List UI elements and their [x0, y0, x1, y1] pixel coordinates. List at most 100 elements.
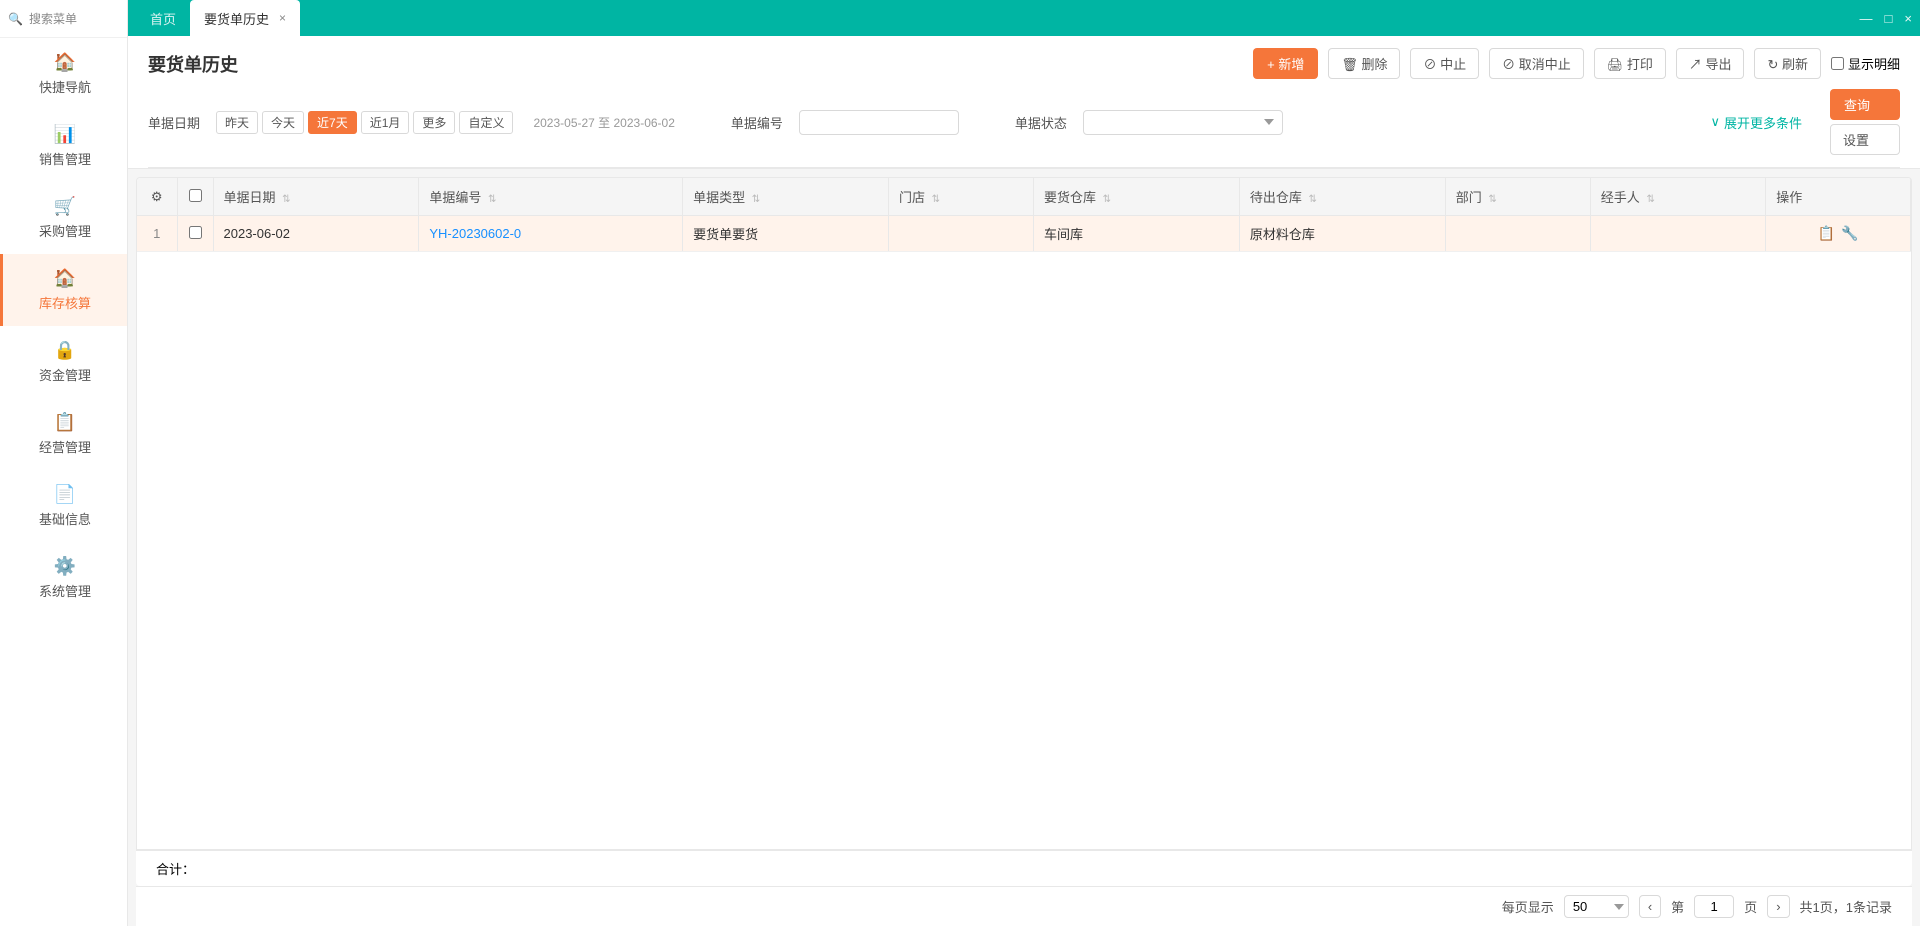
add-button[interactable]: + 新增 [1253, 48, 1318, 79]
date-btn-today[interactable]: 今天 [262, 111, 304, 134]
date-btn-more[interactable]: 更多 [413, 111, 455, 134]
inventory-icon: 🏠 [54, 268, 76, 289]
query-button[interactable]: 查询 [1830, 89, 1900, 120]
sort-arrows-icon: ⇅ [282, 194, 290, 205]
delete-button[interactable]: 🗑 删除 [1328, 48, 1400, 79]
search-icon: 🔍 [8, 12, 23, 26]
sort-arrows-icon6: ⇅ [1309, 194, 1317, 205]
th-check[interactable] [177, 178, 213, 216]
export-button[interactable]: ↗ 导出 [1676, 48, 1745, 79]
sidebar-item-quick-nav[interactable]: 🏠 快捷导航 [0, 38, 127, 110]
doc-number-link[interactable]: YH-20230602-0 [429, 226, 521, 241]
display-detail-label[interactable]: 显示明细 [1831, 54, 1900, 73]
sort-arrows-icon2: ⇅ [488, 194, 496, 205]
page-title-row: 要货单历史 + 新增 🗑 删除 ⊘ 中止 ⊘ 取消中止 🖨 打印 ↗ 导出 ↻ … [148, 48, 1900, 79]
th-handler[interactable]: 经手人 ⇅ [1590, 178, 1765, 216]
sort-arrows-icon3: ⇅ [752, 194, 760, 205]
tab-active-label: 要货单历史 [204, 9, 269, 28]
th-store[interactable]: 门店 ⇅ [888, 178, 1033, 216]
action-icons-group: 📋 🔧 [1776, 225, 1900, 242]
sidebar-item-sales[interactable]: 📊 销售管理 [0, 110, 127, 182]
doc-number-label: 单据编号 [731, 113, 783, 132]
sidebar-item-purchase[interactable]: 🛒 采购管理 [0, 182, 127, 254]
summary-label: 合计： [156, 859, 195, 878]
sidebar-search[interactable]: 🔍 搜索菜单 [0, 0, 127, 38]
window-close-btn[interactable]: × [1904, 11, 1912, 26]
tab-home[interactable]: 首页 [136, 0, 190, 36]
sidebar-item-label: 资金管理 [39, 365, 91, 384]
expand-chevron-icon: ∨ [1710, 114, 1720, 130]
tab-active[interactable]: 要货单历史 × [190, 0, 300, 36]
th-action: 操作 [1766, 178, 1911, 216]
th-doc-type[interactable]: 单据类型 ⇅ [683, 178, 889, 216]
prev-page-btn[interactable]: ‹ [1639, 895, 1661, 918]
sidebar-item-label: 销售管理 [39, 149, 91, 168]
doc-status-select[interactable] [1083, 110, 1283, 135]
next-page-btn[interactable]: › [1767, 895, 1789, 918]
th-store-label: 门店 [899, 190, 925, 205]
th-doc-date[interactable]: 单据日期 ⇅ [213, 178, 419, 216]
print-button[interactable]: 🖨 打印 [1594, 48, 1666, 79]
sort-arrows-icon8: ⇅ [1646, 194, 1654, 205]
th-pending-warehouse-label: 待出仓库 [1250, 190, 1302, 205]
th-doc-number-label: 单据编号 [429, 190, 481, 205]
table-row: 1 2023-06-02 YH-20230602-0 要货单要货 车间库 原材料… [137, 216, 1911, 252]
doc-number-input[interactable] [799, 110, 959, 135]
date-btn-custom[interactable]: 自定义 [459, 111, 513, 134]
sidebar-item-inventory[interactable]: 🏠 库存核算 [0, 254, 127, 326]
sidebar-search-label: 搜索菜单 [29, 10, 77, 27]
stop-button[interactable]: ⊘ 中止 [1410, 48, 1479, 79]
date-btn-7days[interactable]: 近7天 [308, 111, 357, 134]
cancel-stop-button[interactable]: ⊘ 取消中止 [1489, 48, 1584, 79]
th-req-warehouse[interactable]: 要货仓库 ⇅ [1034, 178, 1240, 216]
per-page-select[interactable]: 20 50 100 [1564, 895, 1629, 918]
sort-arrows-icon5: ⇅ [1103, 194, 1111, 205]
page-number-input[interactable] [1694, 895, 1734, 918]
th-doc-number[interactable]: 单据编号 ⇅ [419, 178, 683, 216]
select-all-checkbox[interactable] [189, 189, 202, 202]
th-pending-warehouse[interactable]: 待出仓库 ⇅ [1239, 178, 1445, 216]
delete-row-icon[interactable]: 🔧 [1841, 225, 1858, 242]
display-detail-checkbox[interactable] [1831, 57, 1844, 70]
purchase-icon: 🛒 [54, 196, 76, 217]
edit-icon[interactable]: 📋 [1818, 225, 1835, 242]
tab-home-label: 首页 [150, 9, 176, 28]
date-btn-1month[interactable]: 近1月 [361, 111, 410, 134]
quick-nav-icon: 🏠 [54, 52, 76, 73]
per-page-label: 每页显示 [1502, 897, 1554, 916]
window-minimize-btn[interactable]: — [1860, 11, 1873, 26]
settings-button[interactable]: 设置 [1830, 124, 1900, 155]
row-department [1445, 216, 1590, 252]
table-area: ⚙ 单据日期 ⇅ 单据编号 ⇅ 单据类型 [136, 177, 1912, 850]
row-doc-number: YH-20230602-0 [419, 216, 683, 252]
tab-bar-controls: — □ × [1860, 11, 1912, 26]
sales-icon: 📊 [54, 124, 76, 145]
window-maximize-btn[interactable]: □ [1885, 11, 1893, 26]
sort-arrows-icon7: ⇅ [1488, 194, 1496, 205]
th-settings[interactable]: ⚙ [137, 178, 177, 216]
expand-more-btn[interactable]: ∨ 展开更多条件 [1710, 113, 1802, 132]
sidebar-item-system[interactable]: ⚙️ 系统管理 [0, 542, 127, 614]
total-info: 共1页，1条记录 [1800, 897, 1892, 916]
sidebar-item-label: 快捷导航 [39, 77, 91, 96]
refresh-button[interactable]: ↻ 刷新 [1754, 48, 1821, 79]
row-req-warehouse: 车间库 [1034, 216, 1240, 252]
th-department-label: 部门 [1456, 190, 1482, 205]
th-handler-label: 经手人 [1601, 190, 1640, 205]
row-check[interactable] [177, 216, 213, 252]
row-doc-type: 要货单要货 [683, 216, 889, 252]
page-title: 要货单历史 [148, 51, 238, 77]
row-checkbox[interactable] [189, 226, 202, 239]
sidebar-item-finance[interactable]: 🔒 资金管理 [0, 326, 127, 398]
sidebar-item-operations[interactable]: 📋 经营管理 [0, 398, 127, 470]
date-btn-yesterday[interactable]: 昨天 [216, 111, 258, 134]
expand-label: 展开更多条件 [1724, 113, 1802, 132]
sidebar-item-basics[interactable]: 📄 基础信息 [0, 470, 127, 542]
tab-close-icon[interactable]: × [279, 11, 286, 25]
sidebar-item-label: 采购管理 [39, 221, 91, 240]
table-header-row: ⚙ 单据日期 ⇅ 单据编号 ⇅ 单据类型 [137, 178, 1911, 216]
th-doc-type-label: 单据类型 [693, 190, 745, 205]
th-department[interactable]: 部门 ⇅ [1445, 178, 1590, 216]
date-buttons: 昨天 今天 近7天 近1月 更多 自定义 [216, 111, 513, 134]
finance-icon: 🔒 [54, 340, 76, 361]
